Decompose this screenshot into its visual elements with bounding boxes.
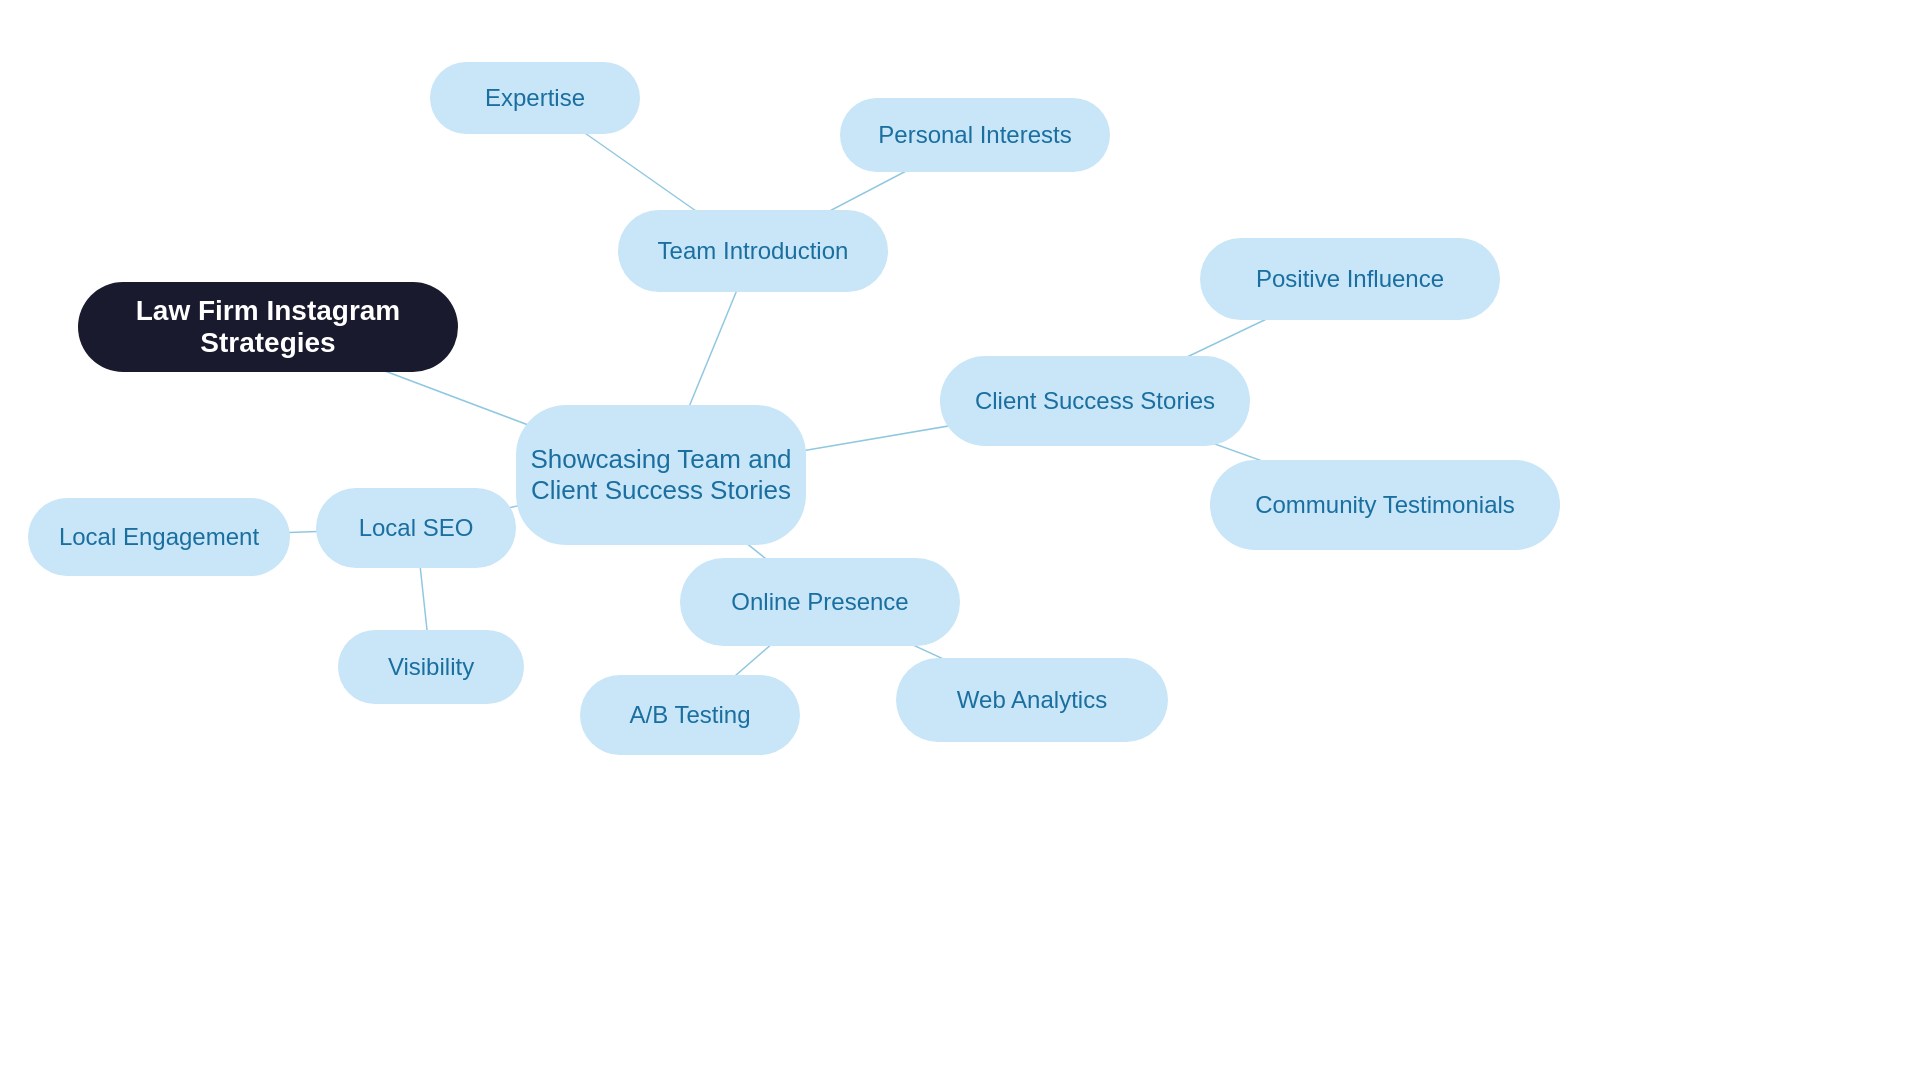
ab-testing-node: A/B Testing	[580, 675, 800, 755]
online-presence-node: Online Presence	[680, 558, 960, 646]
team-intro-label: Team Introduction	[658, 237, 849, 265]
center-label: Showcasing Team and Client Success Stori…	[516, 444, 806, 506]
local-seo-label: Local SEO	[359, 514, 474, 542]
local-seo-node: Local SEO	[316, 488, 516, 568]
personal-interests-node: Personal Interests	[840, 98, 1110, 172]
community-testimonials-label: Community Testimonials	[1255, 491, 1515, 519]
ab-testing-label: A/B Testing	[630, 701, 751, 729]
visibility-node: Visibility	[338, 630, 524, 704]
web-analytics-label: Web Analytics	[957, 686, 1107, 714]
positive-influence-node: Positive Influence	[1200, 238, 1500, 320]
personal-interests-label: Personal Interests	[878, 121, 1071, 149]
visibility-label: Visibility	[388, 653, 474, 681]
root-node: Law Firm Instagram Strategies	[78, 282, 458, 372]
local-engagement-node: Local Engagement	[28, 498, 290, 576]
community-testimonials-node: Community Testimonials	[1210, 460, 1560, 550]
root-label: Law Firm Instagram Strategies	[78, 295, 458, 359]
team-intro-node: Team Introduction	[618, 210, 888, 292]
client-success-label: Client Success Stories	[975, 387, 1215, 415]
local-engagement-label: Local Engagement	[59, 523, 259, 551]
expertise-node: Expertise	[430, 62, 640, 134]
web-analytics-node: Web Analytics	[896, 658, 1168, 742]
center-node: Showcasing Team and Client Success Stori…	[516, 405, 806, 545]
expertise-label: Expertise	[485, 84, 585, 112]
client-success-node: Client Success Stories	[940, 356, 1250, 446]
positive-influence-label: Positive Influence	[1256, 265, 1444, 293]
online-presence-label: Online Presence	[731, 588, 908, 616]
